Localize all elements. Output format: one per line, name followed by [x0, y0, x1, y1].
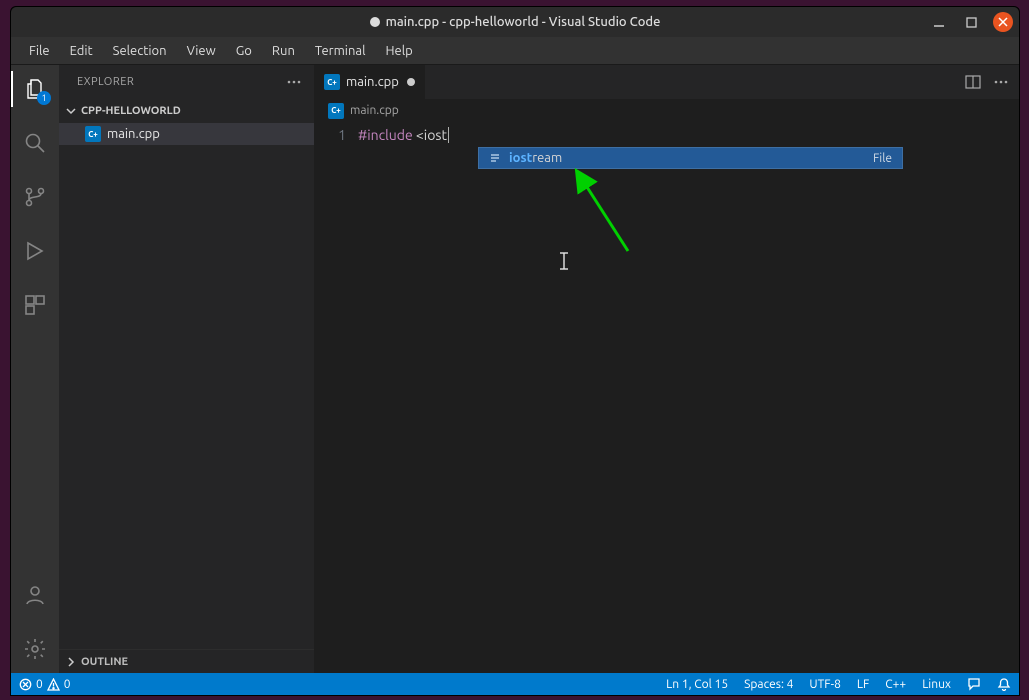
chevron-down-icon: [65, 105, 77, 117]
menu-file[interactable]: File: [19, 40, 60, 62]
error-icon: [19, 678, 32, 691]
activity-settings[interactable]: [11, 631, 59, 667]
sidebar-title: EXPLORER: [77, 76, 134, 88]
branch-icon: [23, 185, 47, 209]
activity-source-control[interactable]: [11, 179, 59, 215]
chevron-right-icon: [65, 656, 77, 668]
gutter: 1: [314, 123, 358, 673]
status-language[interactable]: C++: [877, 673, 914, 695]
breadcrumb[interactable]: C+ main.cpp: [314, 99, 1019, 123]
status-warnings-count: 0: [64, 678, 71, 691]
folder-header[interactable]: CPP-HELLOWORLD: [59, 99, 314, 123]
tab-actions: [965, 65, 1019, 99]
token-macro: #include: [358, 127, 413, 143]
cpp-file-icon: C+: [324, 74, 340, 90]
menu-selection[interactable]: Selection: [103, 40, 177, 62]
ellipsis-icon: [286, 74, 302, 90]
suggestion-kind: File: [873, 152, 892, 165]
dirty-dot-icon: [407, 78, 415, 86]
extensions-icon: [23, 293, 47, 317]
code-editor[interactable]: 1 #include <iost iostream File: [314, 123, 1019, 673]
body: 1: [11, 65, 1019, 673]
menu-view[interactable]: View: [177, 40, 226, 62]
status-encoding[interactable]: UTF-8: [801, 673, 848, 695]
text-caret: [448, 127, 449, 143]
menu-help[interactable]: Help: [375, 40, 422, 62]
status-os[interactable]: Linux: [914, 673, 959, 695]
tab-main-cpp[interactable]: C+ main.cpp: [314, 65, 426, 99]
cpp-file-icon: C+: [328, 103, 344, 119]
search-icon: [23, 131, 47, 155]
feedback-icon: [967, 677, 981, 691]
status-errors-count: 0: [36, 678, 43, 691]
cpp-file-icon: C+: [85, 126, 101, 142]
code-content[interactable]: #include <iost iostream File: [358, 123, 1019, 673]
menu-go[interactable]: Go: [226, 40, 262, 62]
titlebar-controls: [929, 7, 1013, 37]
outline-label: OUTLINE: [81, 656, 128, 668]
snippet-icon: [489, 152, 501, 164]
editor-area: C+ main.cpp C+ main.cpp: [314, 65, 1019, 673]
status-eol[interactable]: LF: [849, 673, 877, 695]
tab-label: main.cpp: [346, 75, 399, 89]
suggestion-match: iost: [509, 151, 532, 165]
activity-extensions[interactable]: [11, 287, 59, 323]
menu-run[interactable]: Run: [262, 40, 305, 62]
maximize-button[interactable]: [961, 12, 981, 32]
activity-badge: 1: [37, 91, 51, 105]
status-bar: 0 0 Ln 1, Col 15 Spaces: 4 UTF-8 LF C++ …: [11, 673, 1019, 695]
annotation-arrow-icon: [568, 165, 648, 255]
menu-bar: File Edit Selection View Go Run Terminal…: [11, 37, 1019, 65]
gear-icon: [23, 637, 47, 661]
line-number: 1: [314, 127, 346, 143]
status-problems[interactable]: 0 0: [11, 673, 79, 695]
close-button[interactable]: [993, 12, 1013, 32]
split-editor-button[interactable]: [965, 74, 981, 90]
ibeam-cursor-icon: [558, 251, 570, 271]
sidebar-more-button[interactable]: [286, 74, 302, 90]
window-title: main.cpp - cpp-helloworld - Visual Studi…: [386, 15, 661, 29]
editor-more-button[interactable]: [993, 74, 1009, 90]
status-indentation[interactable]: Spaces: 4: [736, 673, 801, 695]
activity-explorer[interactable]: 1: [11, 71, 59, 107]
file-tree-item[interactable]: C+ main.cpp: [59, 123, 314, 145]
dirty-indicator-icon: [370, 17, 380, 27]
bell-icon: [997, 677, 1011, 691]
outline-header[interactable]: OUTLINE: [59, 649, 314, 673]
warning-icon: [47, 678, 60, 691]
file-name: main.cpp: [107, 127, 160, 141]
activity-run-debug[interactable]: [11, 233, 59, 269]
suggestion-popup[interactable]: iostream File: [478, 147, 903, 169]
code-line: #include <iost: [358, 127, 1019, 147]
account-icon: [23, 583, 47, 607]
sidebar: EXPLORER CPP-HELLOWORLD C+ main.cpp OUTL…: [59, 65, 314, 673]
tab-row: C+ main.cpp: [314, 65, 1019, 99]
ellipsis-icon: [993, 74, 1009, 90]
minimize-button[interactable]: [929, 12, 949, 32]
title-bar: main.cpp - cpp-helloworld - Visual Studi…: [11, 7, 1019, 37]
split-icon: [965, 74, 981, 90]
sidebar-header: EXPLORER: [59, 65, 314, 99]
activity-bar: 1: [11, 65, 59, 673]
token-text: <iost: [413, 127, 447, 143]
play-bug-icon: [23, 239, 47, 263]
crumb-file: main.cpp: [350, 104, 399, 117]
folder-name: CPP-HELLOWORLD: [81, 105, 181, 117]
status-cursor-position[interactable]: Ln 1, Col 15: [658, 673, 736, 695]
menu-edit[interactable]: Edit: [60, 40, 103, 62]
status-feedback[interactable]: [959, 673, 989, 695]
app-window: main.cpp - cpp-helloworld - Visual Studi…: [10, 6, 1020, 696]
activity-search[interactable]: [11, 125, 59, 161]
suggestion-rest: ream: [532, 151, 562, 165]
status-notifications[interactable]: [989, 673, 1019, 695]
activity-account[interactable]: [11, 577, 59, 613]
menu-terminal[interactable]: Terminal: [305, 40, 376, 62]
